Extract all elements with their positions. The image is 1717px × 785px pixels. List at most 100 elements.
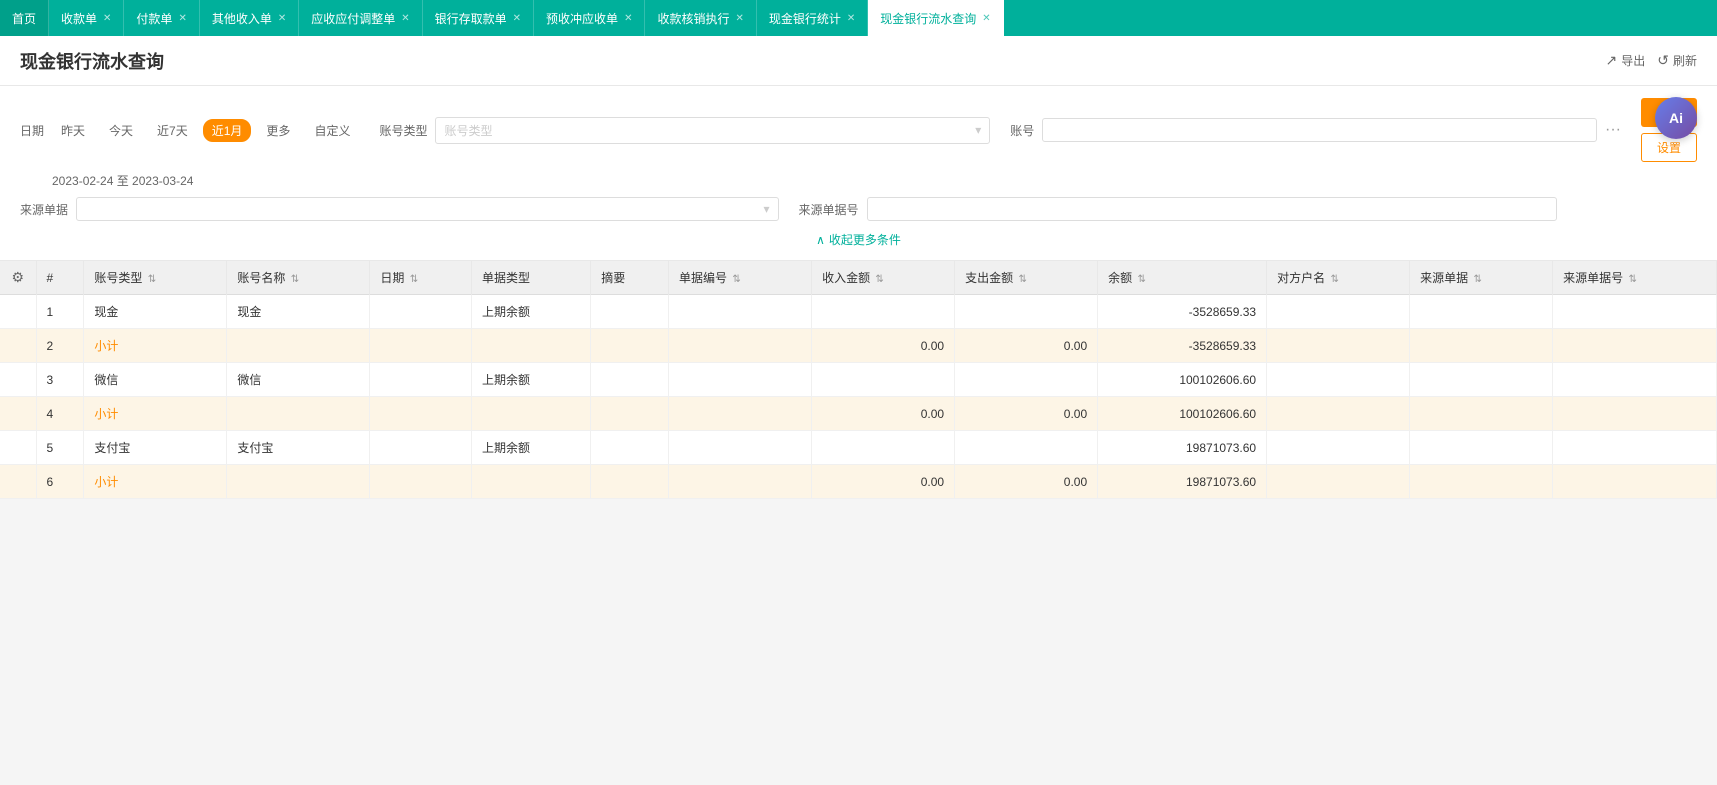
table-cell: 上期余额	[471, 295, 590, 329]
table-cell: 现金	[227, 295, 370, 329]
table-row[interactable]: 6小计0.000.0019871073.60	[0, 465, 1717, 499]
close-icon[interactable]: ✕	[278, 13, 286, 24]
source-doc-select[interactable]: ▾	[76, 197, 778, 221]
date-btn-custom[interactable]: 自定义	[305, 119, 359, 142]
table-row[interactable]: 3微信微信上期余额100102606.60	[0, 363, 1717, 397]
table-cell: 6	[36, 465, 84, 499]
sort-icon[interactable]: ⇅	[1473, 274, 1481, 285]
ellipsis-icon[interactable]: ···	[1605, 121, 1621, 139]
table-cell	[1267, 363, 1410, 397]
nav-tab-home-label: 首页	[12, 10, 36, 27]
table-cell	[591, 397, 669, 431]
col-doc-no: 单据编号 ⇅	[669, 261, 812, 295]
table-cell	[591, 363, 669, 397]
table-cell	[370, 363, 472, 397]
nav-tab-receipt[interactable]: 收款单 ✕	[49, 0, 124, 36]
table-cell: 0.00	[955, 329, 1098, 363]
nav-tab-ar-ap-adjust-label: 应收应付调整单	[311, 10, 395, 27]
table-cell	[227, 465, 370, 499]
col-account-type-label: 账号类型	[94, 271, 142, 285]
source-doc-no-input[interactable]	[867, 197, 1557, 221]
nav-tab-payment[interactable]: 付款单 ✕	[124, 0, 199, 36]
table-cell	[0, 465, 36, 499]
nav-tab-other-income[interactable]: 其他收入单 ✕	[200, 0, 299, 36]
date-btn-yesterday[interactable]: 昨天	[52, 119, 94, 142]
source-doc-label: 来源单据	[20, 201, 68, 218]
date-filter: 日期 昨天 今天 近7天 近1月 更多 自定义	[20, 119, 359, 142]
close-icon[interactable]: ✕	[847, 13, 855, 24]
table-cell: 上期余额	[471, 363, 590, 397]
table-cell	[812, 295, 955, 329]
sort-icon[interactable]: ⇅	[1137, 274, 1145, 285]
filter-row-1: 日期 昨天 今天 近7天 近1月 更多 自定义 账号类型 账号类型 ▾ 账号 ·…	[20, 98, 1697, 162]
table-cell	[955, 295, 1098, 329]
col-date: 日期 ⇅	[370, 261, 472, 295]
sort-icon[interactable]: ⇅	[732, 274, 740, 285]
table-cell: 支付宝	[227, 431, 370, 465]
collapse-label: 收起更多条件	[829, 231, 901, 248]
sort-icon[interactable]: ⇅	[410, 274, 418, 285]
col-balance-label: 余额	[1108, 271, 1132, 285]
table-row[interactable]: 4小计0.000.00100102606.60	[0, 397, 1717, 431]
table-row[interactable]: 2小计0.000.00-3528659.33	[0, 329, 1717, 363]
date-btn-today[interactable]: 今天	[100, 119, 142, 142]
close-icon[interactable]: ✕	[624, 13, 632, 24]
table-cell	[591, 465, 669, 499]
table-cell	[1267, 397, 1410, 431]
table-cell	[471, 465, 590, 499]
table-cell	[0, 363, 36, 397]
account-input[interactable]	[1042, 118, 1597, 142]
top-navigation: 首页 收款单 ✕ 付款单 ✕ 其他收入单 ✕ 应收应付调整单 ✕ 银行存取款单 …	[0, 0, 1717, 36]
table-cell: 19871073.60	[1098, 431, 1267, 465]
table-cell	[591, 295, 669, 329]
account-type-select[interactable]: 账号类型 ▾	[435, 117, 990, 144]
sort-icon[interactable]: ⇅	[1629, 274, 1637, 285]
col-account-name: 账号名称 ⇅	[227, 261, 370, 295]
ai-assistant-button[interactable]: Ai	[1655, 97, 1697, 139]
refresh-button[interactable]: ↺ 刷新	[1657, 52, 1697, 69]
export-button[interactable]: ↗ 导出	[1606, 52, 1646, 69]
close-icon[interactable]: ✕	[178, 13, 186, 24]
nav-tab-write-off[interactable]: 收款核销执行 ✕	[645, 0, 756, 36]
date-range-value: 2023-02-24 至 2023-03-24	[52, 174, 193, 188]
table-cell	[591, 329, 669, 363]
sort-icon[interactable]: ⇅	[1330, 274, 1338, 285]
chevron-down-icon: ▾	[763, 202, 769, 216]
close-icon[interactable]: ✕	[513, 13, 521, 24]
chevron-up-icon: ∧	[816, 233, 825, 247]
date-btn-1month[interactable]: 近1月	[203, 119, 252, 142]
date-btn-7days[interactable]: 近7天	[148, 119, 197, 142]
col-source-doc-label: 来源单据	[1420, 271, 1468, 285]
nav-tab-receipt-label: 收款单	[61, 10, 97, 27]
close-icon[interactable]: ✕	[103, 13, 111, 24]
sort-icon[interactable]: ⇅	[148, 274, 156, 285]
gear-icon: ⚙	[11, 269, 24, 285]
col-settings[interactable]: ⚙	[0, 261, 36, 295]
nav-tab-home[interactable]: 首页	[0, 0, 49, 36]
collapse-bar[interactable]: ∧ 收起更多条件	[20, 231, 1697, 248]
close-icon[interactable]: ✕	[401, 13, 409, 24]
page-header: 现金银行流水查询 ↗ 导出 ↺ 刷新	[0, 36, 1717, 86]
date-btn-more[interactable]: 更多	[257, 119, 299, 142]
table-cell	[669, 465, 812, 499]
table-cell: 3	[36, 363, 84, 397]
nav-tab-cash-stat[interactable]: 现金银行统计 ✕	[757, 0, 868, 36]
col-counterpart: 对方户名 ⇅	[1267, 261, 1410, 295]
table-row[interactable]: 5支付宝支付宝上期余额19871073.60	[0, 431, 1717, 465]
filter-area: 日期 昨天 今天 近7天 近1月 更多 自定义 账号类型 账号类型 ▾ 账号 ·…	[0, 86, 1717, 261]
table-cell: 微信	[84, 363, 227, 397]
col-expense-label: 支出金额	[965, 271, 1013, 285]
close-icon[interactable]: ✕	[982, 13, 990, 24]
nav-tab-bank-deposit[interactable]: 银行存取款单 ✕	[423, 0, 534, 36]
export-label: 导出	[1621, 52, 1645, 69]
table-row[interactable]: 1现金现金上期余额-3528659.33	[0, 295, 1717, 329]
nav-tab-cash-flow[interactable]: 现金银行流水查询 ✕	[868, 0, 1003, 36]
nav-tab-pre-receipt[interactable]: 预收冲应收单 ✕	[534, 0, 645, 36]
close-icon[interactable]: ✕	[735, 13, 743, 24]
sort-icon[interactable]: ⇅	[291, 274, 299, 285]
sort-icon[interactable]: ⇅	[1018, 274, 1026, 285]
sort-icon[interactable]: ⇅	[875, 274, 883, 285]
table-cell: 微信	[227, 363, 370, 397]
table-cell	[471, 397, 590, 431]
nav-tab-ar-ap-adjust[interactable]: 应收应付调整单 ✕	[299, 0, 422, 36]
